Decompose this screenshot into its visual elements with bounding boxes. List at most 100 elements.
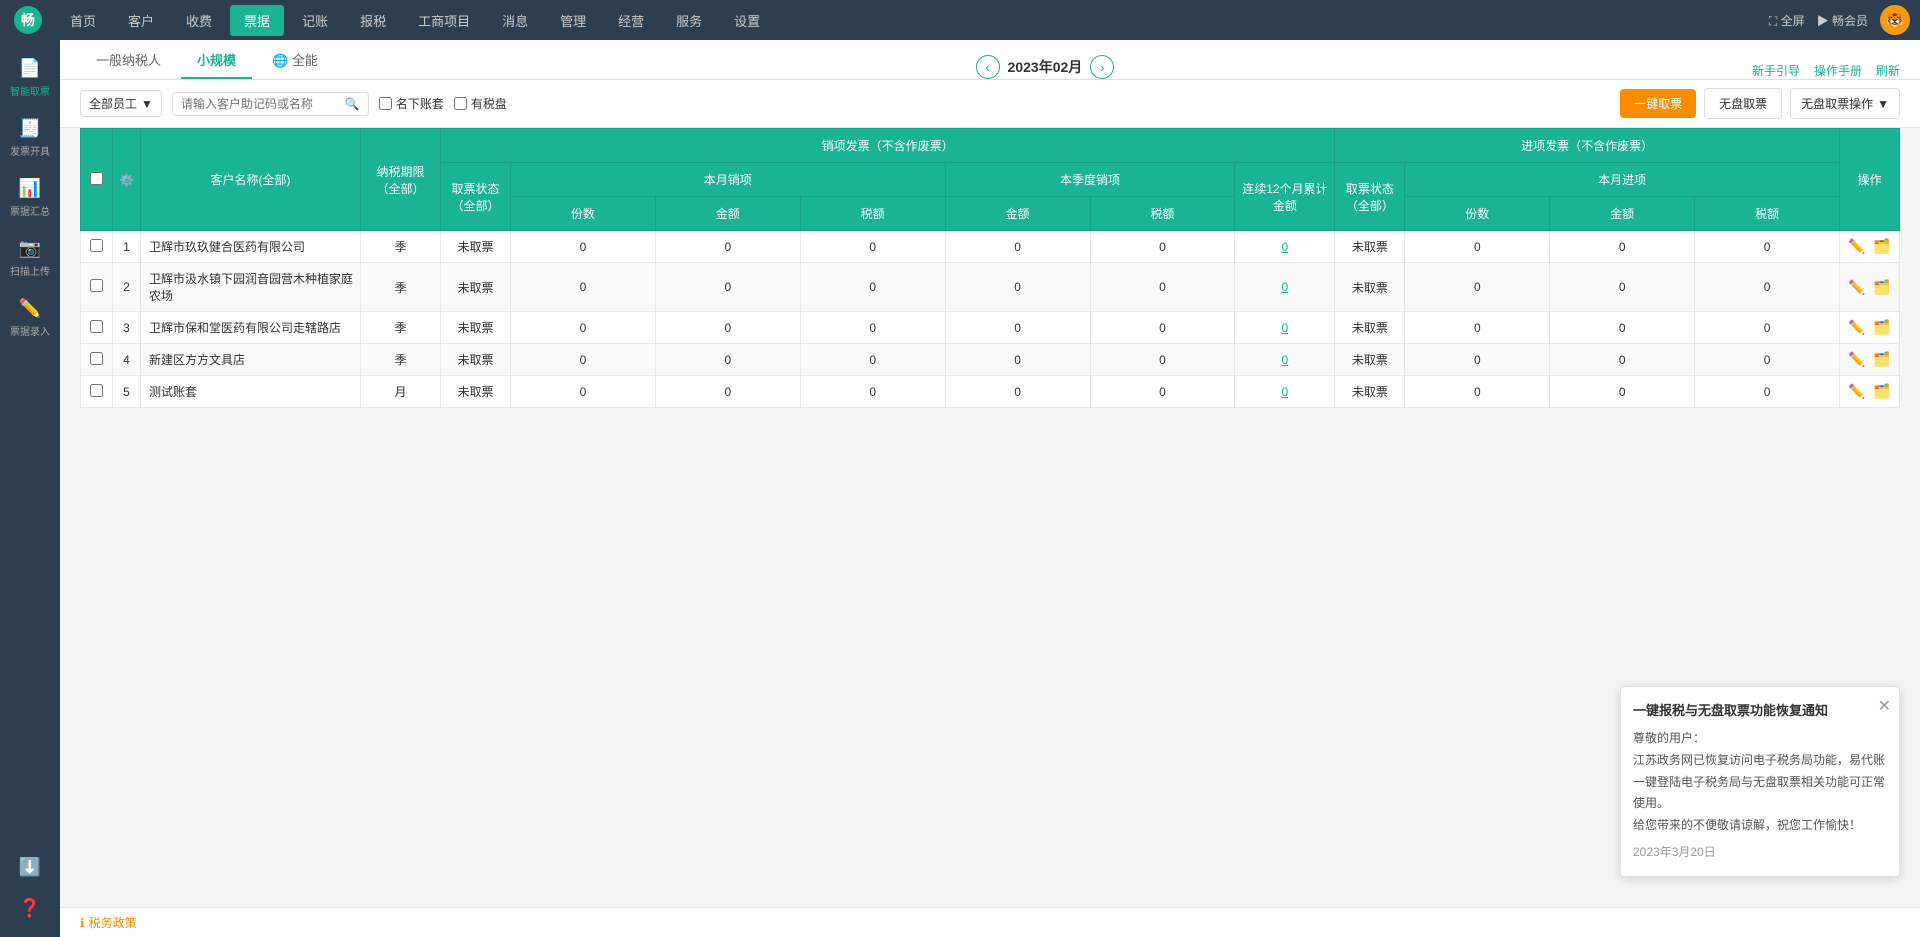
tab-all[interactable]: 🌐 全能	[256, 42, 334, 79]
row-sales-quarter-tax: 0	[1090, 312, 1235, 344]
edit-icon[interactable]: ✏️	[1848, 319, 1865, 335]
nav-message[interactable]: 消息	[488, 5, 542, 36]
th-sales-quarter-amount: 金额	[945, 197, 1090, 231]
row-sales-month-amount: 0	[655, 344, 800, 376]
user-avatar[interactable]: 🐯	[1880, 5, 1910, 35]
nav-fee[interactable]: 收费	[172, 5, 226, 36]
employee-filter[interactable]: 全部员工 ▼	[80, 90, 162, 117]
member-btn[interactable]: ▶ 畅会员	[1817, 12, 1868, 29]
row-sales-status: 未取票	[441, 312, 511, 344]
nav-settings[interactable]: 设置	[720, 5, 774, 36]
fullscreen-btn[interactable]: ⛶ 全屏	[1769, 12, 1805, 29]
notification-content: 江苏政务网已恢复访问电子税务局功能，易代账一键登陆电子税务局与无盘取票相关功能可…	[1633, 750, 1887, 815]
app-logo[interactable]: 畅	[10, 2, 46, 38]
view-icon[interactable]: 🗂️	[1873, 351, 1890, 367]
sidebar-item-invoice-summary[interactable]: 📊 票据汇总	[0, 170, 60, 226]
th-customer: 客户名称(全部)	[141, 129, 361, 231]
nav-manage[interactable]: 管理	[546, 5, 600, 36]
sidebar-item-smart-invoice-label: 智能取票	[10, 83, 50, 98]
edit-icon[interactable]: ✏️	[1848, 279, 1865, 295]
th-tax-period: 纳税期限（全部）	[361, 129, 441, 231]
row-purchase-month-qty: 0	[1405, 376, 1550, 408]
my-accounts-checkbox[interactable]	[379, 97, 392, 110]
row-select[interactable]	[81, 231, 113, 263]
view-icon[interactable]: 🗂️	[1873, 238, 1890, 254]
view-icon[interactable]: 🗂️	[1873, 383, 1890, 399]
notification-date: 2023年3月20日	[1633, 842, 1887, 864]
sidebar-item-download[interactable]: ⬇️	[15, 849, 45, 886]
th-sales-group: 销项发票（不含作废票）	[441, 129, 1335, 163]
manual-btn[interactable]: 操作手册	[1814, 62, 1862, 79]
row-select[interactable]	[81, 312, 113, 344]
new-guide-btn[interactable]: 新手引导	[1752, 62, 1800, 79]
sidebar-item-scan-upload-label: 扫描上传	[10, 263, 50, 278]
help-icon: ❓	[19, 898, 41, 919]
row-purchase-month-tax: 0	[1695, 263, 1840, 312]
nav-tax[interactable]: 报税	[346, 5, 400, 36]
has-tax-disk-checkbox[interactable]	[454, 97, 467, 110]
row-sales-quarter-amount: 0	[945, 312, 1090, 344]
table-row: 1 卫辉市玖玖健合医药有限公司 季 未取票 0 0 0 0 0 0 未取票 0 …	[81, 231, 1900, 263]
one-click-btn[interactable]: 一键取票	[1620, 89, 1696, 118]
th-actions: 操作	[1840, 129, 1900, 231]
row-purchase-month-amount: 0	[1550, 263, 1695, 312]
search-icon[interactable]: 🔍	[345, 97, 360, 111]
no-disk-op-btn[interactable]: 无盘取票操作 ▼	[1790, 88, 1900, 119]
sidebar-item-help[interactable]: ❓	[15, 890, 45, 927]
edit-icon[interactable]: ✏️	[1848, 351, 1865, 367]
nav-customer[interactable]: 客户	[114, 5, 168, 36]
row-select[interactable]	[81, 263, 113, 312]
edit-icon[interactable]: ✏️	[1848, 238, 1865, 254]
row-purchase-month-qty: 0	[1405, 231, 1550, 263]
sidebar-bottom: ⬇️ ❓	[15, 849, 45, 927]
nav-home[interactable]: 首页	[56, 5, 110, 36]
sidebar-item-scan-upload[interactable]: 📷 扫描上传	[0, 230, 60, 286]
nav-service[interactable]: 服务	[662, 5, 716, 36]
tax-policy-link[interactable]: ℹ 税务政策	[80, 914, 137, 931]
tab-actions: 新手引导 操作手册 刷新	[1752, 62, 1900, 79]
nav-invoice[interactable]: 票据	[230, 5, 284, 36]
dropdown-arrow-icon: ▼	[1877, 97, 1889, 111]
nav-operation[interactable]: 经营	[604, 5, 658, 36]
view-icon[interactable]: 🗂️	[1873, 319, 1890, 335]
sidebar: 📄 智能取票 🧾 发票开具 📊 票据汇总 📷 扫描上传 ✏️ 票据录入 ⬇️ ❓	[0, 40, 60, 937]
chevron-down-icon: ▼	[141, 97, 153, 111]
table-row: 3 卫辉市保和堂医药有限公司走辖路店 季 未取票 0 0 0 0 0 0 未取票…	[81, 312, 1900, 344]
sidebar-item-issue-invoice[interactable]: 🧾 发票开具	[0, 110, 60, 166]
tab-small-scale[interactable]: 小规模	[181, 42, 252, 79]
row-select[interactable]	[81, 376, 113, 408]
row-customer: 卫辉市保和堂医药有限公司走辖路店	[141, 312, 361, 344]
row-purchase-status: 未取票	[1335, 312, 1405, 344]
tabs-bar: 一般纳税人 小规模 🌐 全能 ‹ 2023年02月 › 新手引导 操作手册 刷新	[60, 40, 1920, 80]
main-nav: 首页 客户 收费 票据 记账 报税 工商项目 消息 管理 经营 服务 设置	[56, 5, 1769, 36]
info-icon: ℹ	[80, 916, 85, 930]
notification-greeting: 尊敬的用户：	[1633, 728, 1887, 750]
row-period: 季	[361, 312, 441, 344]
customer-search-input[interactable]	[181, 97, 341, 111]
has-tax-disk-checkbox-label[interactable]: 有税盘	[454, 95, 507, 112]
notification-popup: ✕ 一键报税与无盘取票功能恢复通知 尊敬的用户： 江苏政务网已恢复访问电子税务局…	[1620, 686, 1900, 877]
tab-general-taxpayer[interactable]: 一般纳税人	[80, 42, 177, 79]
view-icon[interactable]: 🗂️	[1873, 279, 1890, 295]
row-sales-status: 未取票	[441, 376, 511, 408]
refresh-btn[interactable]: 刷新	[1876, 62, 1900, 79]
my-accounts-checkbox-label[interactable]: 名下账套	[379, 95, 444, 112]
period-prev-btn[interactable]: ‹	[976, 55, 1000, 79]
th-settings: ⚙️	[113, 129, 141, 231]
row-select[interactable]	[81, 344, 113, 376]
period-next-btn[interactable]: ›	[1090, 55, 1114, 79]
sidebar-item-invoice-entry[interactable]: ✏️ 票据录入	[0, 290, 60, 346]
row-period: 季	[361, 231, 441, 263]
row-sales-month-amount: 0	[655, 376, 800, 408]
nav-bookkeeping[interactable]: 记账	[288, 5, 342, 36]
no-disk-btn[interactable]: 无盘取票	[1704, 88, 1782, 119]
row-sales-12month: 0	[1235, 344, 1335, 376]
row-sales-12month: 0	[1235, 376, 1335, 408]
sidebar-item-smart-invoice[interactable]: 📄 智能取票	[0, 50, 60, 106]
notification-title: 一键报税与无盘取票功能恢复通知	[1633, 699, 1887, 722]
row-actions: ✏️ 🗂️	[1840, 344, 1900, 376]
notification-close-btn[interactable]: ✕	[1878, 693, 1891, 722]
nav-business[interactable]: 工商项目	[404, 5, 484, 36]
edit-icon[interactable]: ✏️	[1848, 383, 1865, 399]
select-all-checkbox[interactable]	[90, 172, 103, 185]
